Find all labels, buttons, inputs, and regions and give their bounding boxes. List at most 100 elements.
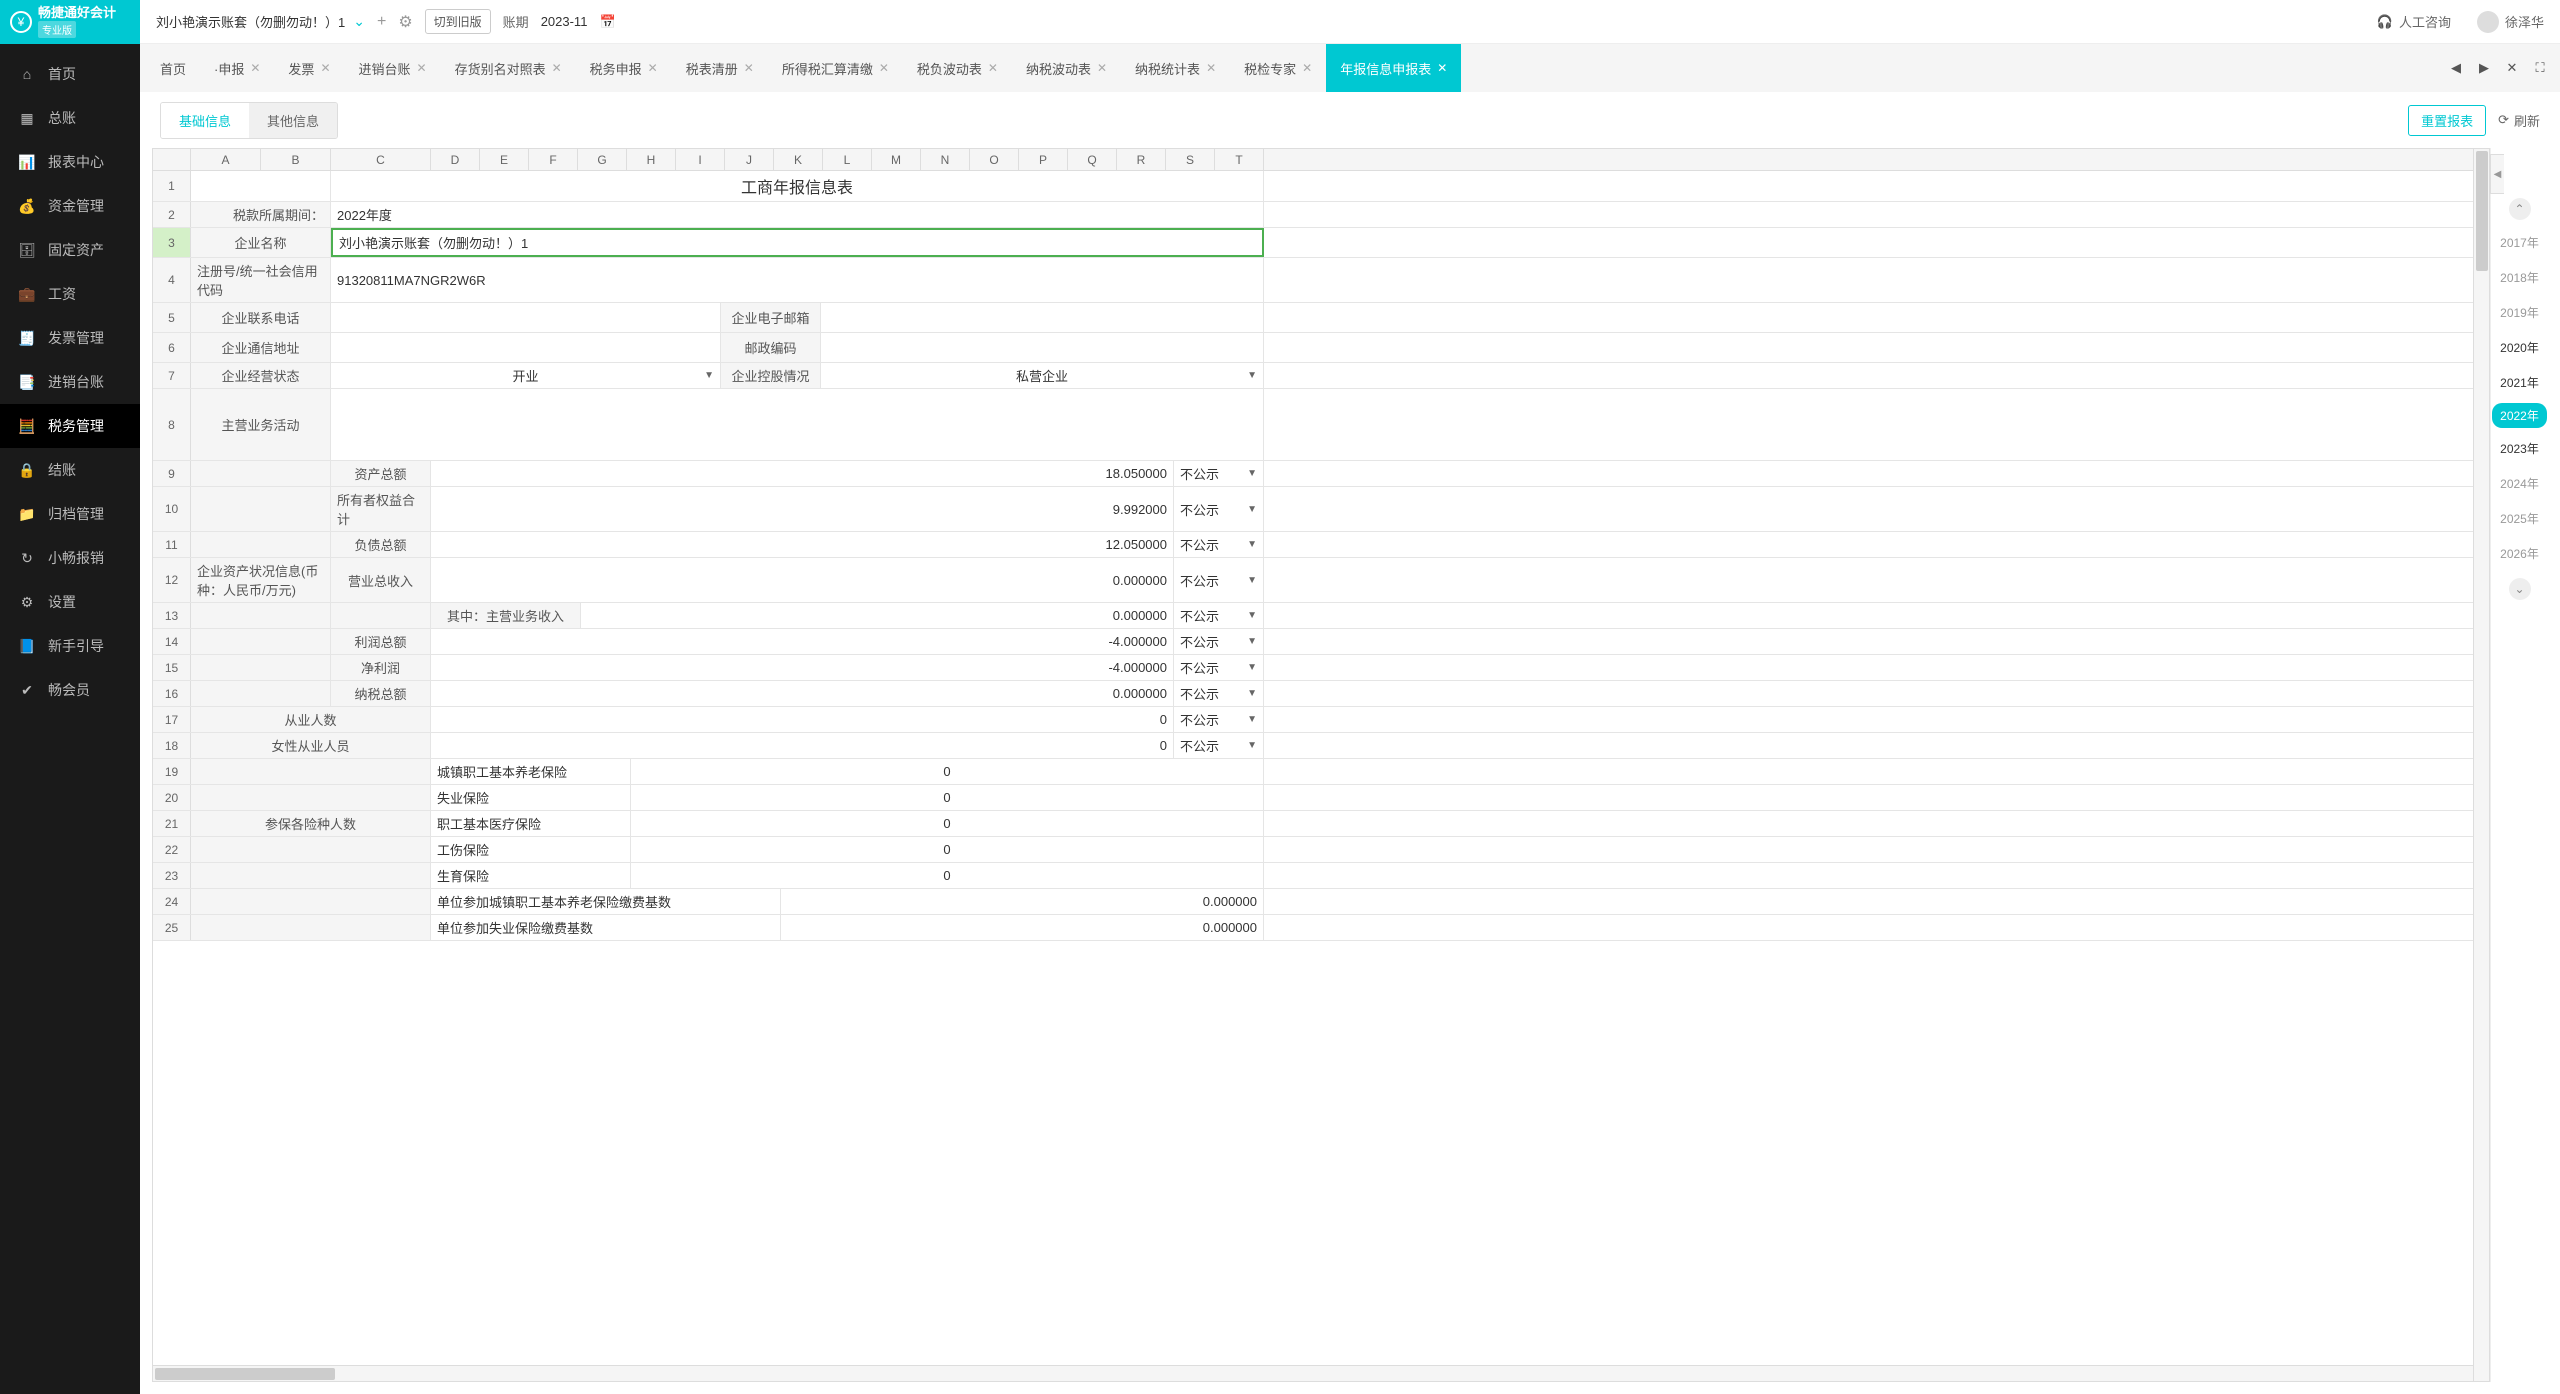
publish-dropdown[interactable]: 不公示▼ bbox=[1174, 603, 1264, 628]
column-header[interactable]: G bbox=[578, 149, 627, 170]
column-header[interactable]: H bbox=[627, 149, 676, 170]
close-icon[interactable]: ✕ bbox=[744, 61, 754, 75]
column-header[interactable]: J bbox=[725, 149, 774, 170]
year-item[interactable]: 2020年 bbox=[2496, 333, 2543, 362]
sidebar-item-invoice[interactable]: 🧾发票管理 bbox=[0, 316, 140, 360]
base-value[interactable]: 0.000000 bbox=[781, 915, 1264, 940]
asset-value[interactable]: 9.992000 bbox=[431, 487, 1174, 531]
column-header[interactable]: L bbox=[823, 149, 872, 170]
publish-dropdown[interactable]: 不公示▼ bbox=[1174, 733, 1264, 758]
sidebar-item-ledger[interactable]: ▦总账 bbox=[0, 96, 140, 140]
tab-next-button[interactable]: ▶ bbox=[2470, 54, 2498, 82]
publish-dropdown[interactable]: 不公示▼ bbox=[1174, 532, 1264, 557]
row-header[interactable]: 10 bbox=[153, 487, 191, 531]
close-icon[interactable]: ✕ bbox=[648, 61, 658, 75]
tab[interactable]: 进销台账✕ bbox=[345, 44, 441, 92]
settings-icon[interactable]: ⚙ bbox=[398, 12, 412, 32]
row-header[interactable]: 1 bbox=[153, 171, 191, 201]
employee-count-value[interactable]: 0 bbox=[431, 707, 1174, 732]
row-header[interactable]: 2 bbox=[153, 202, 191, 227]
user-menu[interactable]: 徐泽华 bbox=[2477, 11, 2544, 33]
tab[interactable]: 税表清册✕ bbox=[672, 44, 768, 92]
close-icon[interactable]: ✕ bbox=[250, 61, 260, 75]
sidebar-item-member[interactable]: ✔畅会员 bbox=[0, 668, 140, 712]
close-icon[interactable]: ✕ bbox=[417, 61, 427, 75]
asset-value[interactable]: 0.000000 bbox=[431, 558, 1174, 602]
tab[interactable]: 税检专家✕ bbox=[1230, 44, 1326, 92]
column-header[interactable]: F bbox=[529, 149, 578, 170]
row-header[interactable]: 16 bbox=[153, 681, 191, 706]
close-icon[interactable]: ✕ bbox=[1302, 61, 1312, 75]
sidebar-item-xiaochang[interactable]: ↻小畅报销 bbox=[0, 536, 140, 580]
column-header[interactable]: A bbox=[191, 149, 261, 170]
asset-value[interactable]: -4.000000 bbox=[431, 655, 1174, 680]
column-header[interactable]: T bbox=[1215, 149, 1264, 170]
column-header[interactable]: C bbox=[331, 149, 431, 170]
sidebar-item-salary[interactable]: 💼工资 bbox=[0, 272, 140, 316]
year-up-button[interactable]: ⌃ bbox=[2509, 198, 2531, 220]
support-button[interactable]: 🎧 人工咨询 bbox=[2377, 12, 2451, 31]
tab-close-all-button[interactable]: ✕ bbox=[2498, 54, 2526, 82]
asset-value[interactable]: 12.050000 bbox=[431, 532, 1174, 557]
row-header[interactable]: 6 bbox=[153, 333, 191, 362]
main-biz-input[interactable] bbox=[331, 389, 1264, 460]
base-value[interactable]: 0.000000 bbox=[781, 889, 1264, 914]
asset-value[interactable]: -4.000000 bbox=[431, 629, 1174, 654]
row-header[interactable]: 7 bbox=[153, 363, 191, 388]
refresh-button[interactable]: ⟳ 刷新 bbox=[2498, 111, 2540, 130]
publish-dropdown[interactable]: 不公示▼ bbox=[1174, 487, 1264, 531]
row-header[interactable]: 22 bbox=[153, 837, 191, 862]
close-icon[interactable]: ✕ bbox=[1206, 61, 1216, 75]
postcode-input[interactable] bbox=[821, 333, 1264, 362]
sidebar-item-asset[interactable]: 🗄固定资产 bbox=[0, 228, 140, 272]
close-icon[interactable]: ✕ bbox=[1097, 61, 1107, 75]
tab[interactable]: 税负波动表✕ bbox=[903, 44, 1012, 92]
phone-input[interactable] bbox=[331, 303, 721, 332]
tab[interactable]: 首页 bbox=[146, 44, 200, 92]
row-header[interactable]: 9 bbox=[153, 461, 191, 486]
female-count-value[interactable]: 0 bbox=[431, 733, 1174, 758]
collapse-year-panel-button[interactable]: ◀ bbox=[2490, 154, 2504, 194]
company-name-input[interactable]: 刘小艳演示账套（勿删勿动！）1 bbox=[331, 228, 1264, 257]
column-header[interactable]: N bbox=[921, 149, 970, 170]
tab-prev-button[interactable]: ◀ bbox=[2442, 54, 2470, 82]
sidebar-item-settings[interactable]: ⚙设置 bbox=[0, 580, 140, 624]
calendar-icon[interactable]: 📅 bbox=[599, 14, 615, 30]
tab[interactable]: 年报信息申报表✕ bbox=[1326, 44, 1461, 92]
horizontal-scrollbar[interactable] bbox=[153, 1365, 2473, 1381]
row-header[interactable]: 8 bbox=[153, 389, 191, 460]
insurance-value[interactable]: 0 bbox=[631, 785, 1264, 810]
row-header[interactable]: 12 bbox=[153, 558, 191, 602]
column-header[interactable]: Q bbox=[1068, 149, 1117, 170]
close-icon[interactable]: ✕ bbox=[1437, 61, 1447, 75]
sidebar-item-archive[interactable]: 📁归档管理 bbox=[0, 492, 140, 536]
row-header[interactable]: 24 bbox=[153, 889, 191, 914]
tax-period-value[interactable]: 2022年度 bbox=[331, 202, 1264, 227]
insurance-value[interactable]: 0 bbox=[631, 837, 1264, 862]
period-value[interactable]: 2023-11 bbox=[541, 14, 588, 29]
sidebar-item-report[interactable]: 📊报表中心 bbox=[0, 140, 140, 184]
row-header[interactable]: 5 bbox=[153, 303, 191, 332]
asset-value[interactable]: 0.000000 bbox=[431, 681, 1174, 706]
close-icon[interactable]: ✕ bbox=[879, 61, 889, 75]
insurance-value[interactable]: 0 bbox=[631, 863, 1264, 888]
reset-report-button[interactable]: 重置报表 bbox=[2408, 105, 2486, 136]
sub-tab-other[interactable]: 其他信息 bbox=[249, 103, 337, 138]
account-selector[interactable]: 刘小艳演示账套（勿删勿动！）1 ⌄ bbox=[156, 12, 365, 31]
year-item[interactable]: 2023年 bbox=[2496, 434, 2543, 463]
column-header[interactable]: B bbox=[261, 149, 331, 170]
row-header[interactable]: 3 bbox=[153, 228, 191, 257]
cell[interactable] bbox=[191, 171, 331, 201]
column-header[interactable]: K bbox=[774, 149, 823, 170]
column-header[interactable]: I bbox=[676, 149, 725, 170]
year-item[interactable]: 2021年 bbox=[2496, 368, 2543, 397]
column-header[interactable]: M bbox=[872, 149, 921, 170]
sidebar-item-home[interactable]: ⌂首页 bbox=[0, 52, 140, 96]
fullscreen-button[interactable]: ⛶ bbox=[2526, 54, 2554, 82]
column-header[interactable]: S bbox=[1166, 149, 1215, 170]
row-header[interactable]: 11 bbox=[153, 532, 191, 557]
sidebar-item-fund[interactable]: 💰资金管理 bbox=[0, 184, 140, 228]
publish-dropdown[interactable]: 不公示▼ bbox=[1174, 707, 1264, 732]
row-header[interactable]: 18 bbox=[153, 733, 191, 758]
year-item[interactable]: 2022年 bbox=[2492, 403, 2547, 428]
